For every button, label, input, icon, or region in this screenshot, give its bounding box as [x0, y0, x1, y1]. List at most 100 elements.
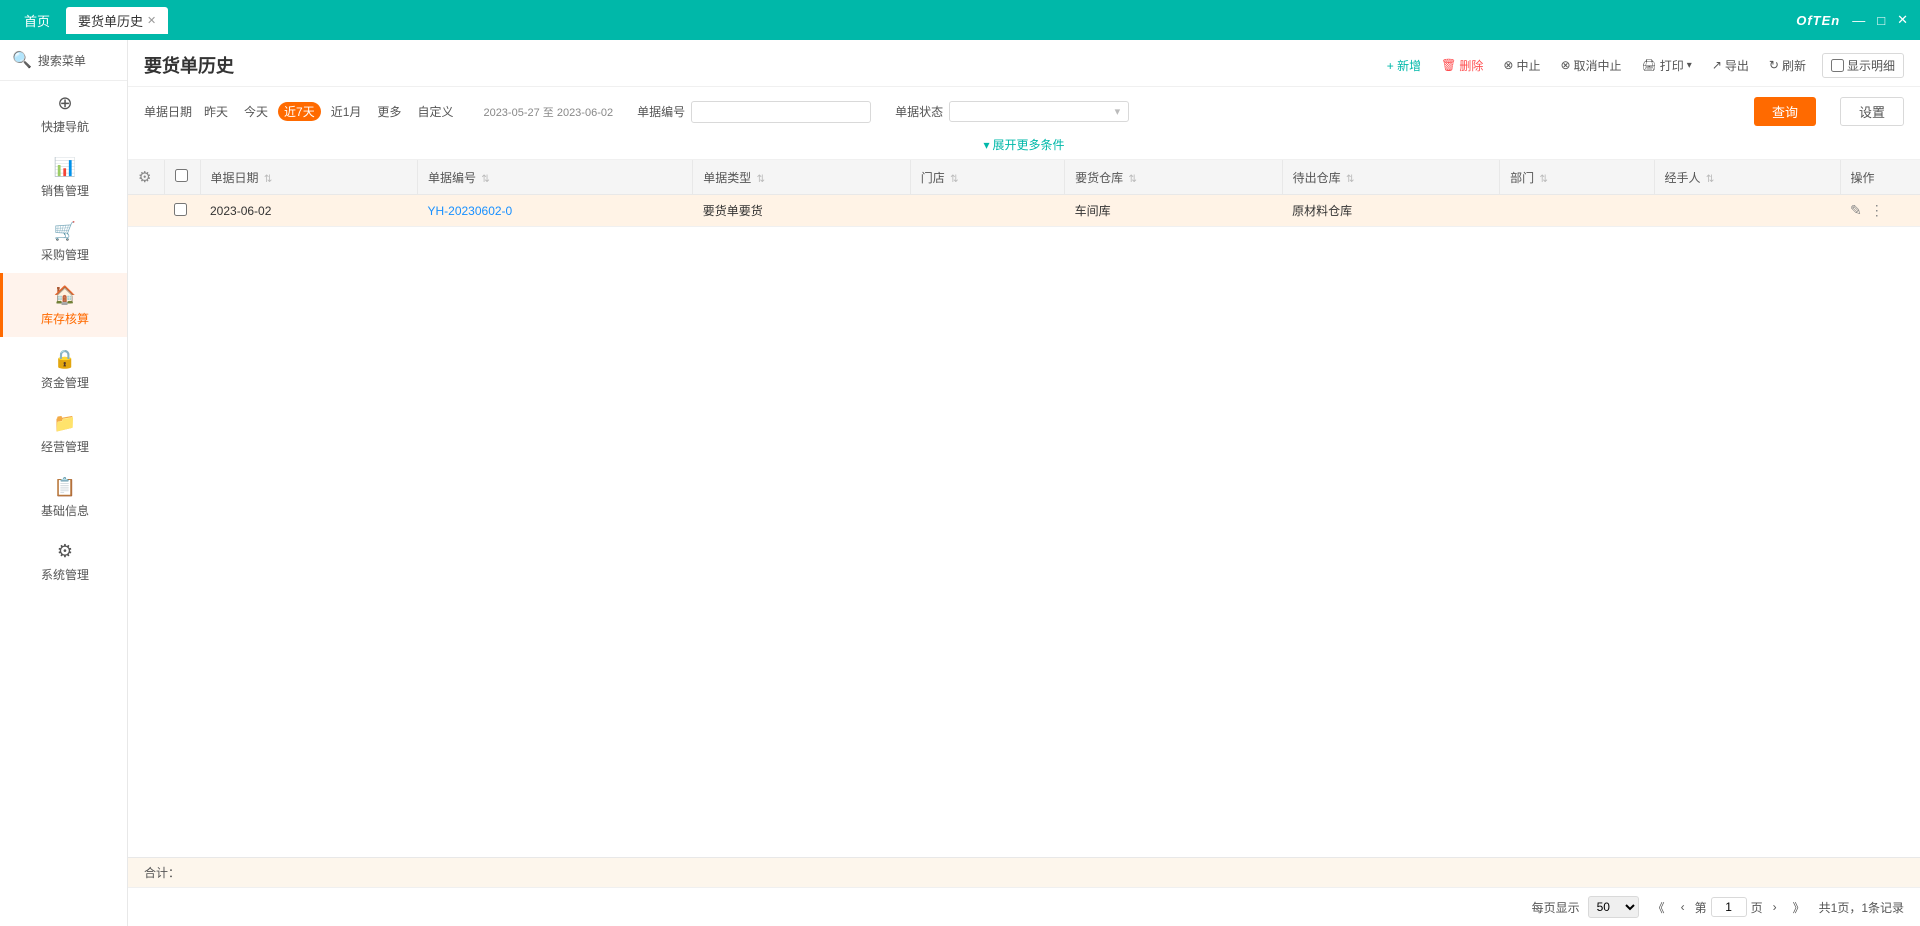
col-docdate: 单据日期 ⇅ — [200, 160, 417, 195]
sort-docdate-icon[interactable]: ⇅ — [264, 174, 272, 185]
stop-button[interactable]: ⊗ 中止 — [1499, 54, 1544, 77]
data-table: ⚙ 单据日期 ⇅ 单据编号 ⇅ — [128, 160, 1920, 227]
last1month-btn[interactable]: 近1月 — [325, 102, 368, 121]
sidebar-item-sales[interactable]: 📊 销售管理 — [0, 145, 127, 209]
sort-docno-icon[interactable]: ⇅ — [481, 174, 489, 185]
docno-link[interactable]: YH-20230602-0 — [427, 204, 512, 218]
row-docno: YH-20230602-0 — [417, 195, 692, 227]
window-controls: OfTEn — □ ✕ — [1796, 12, 1908, 28]
export-icon: ↗ — [1712, 58, 1722, 72]
per-page-select[interactable]: 20 50 100 — [1588, 896, 1639, 918]
row-reqwarehouse: 车间库 — [1065, 195, 1282, 227]
col-reqwarehouse-label: 要货仓库 — [1075, 171, 1123, 185]
date-label: 单据日期 — [144, 103, 192, 120]
sales-icon: 📊 — [54, 157, 76, 178]
first-page-btn[interactable]: 《 — [1647, 897, 1671, 918]
row-select-checkbox[interactable] — [174, 203, 187, 216]
quick-nav-icon: ⊕ — [57, 93, 72, 114]
docno-input[interactable] — [691, 101, 871, 123]
operations-icon: 📁 — [54, 413, 76, 434]
sidebar-search[interactable]: 🔍 搜索菜单 — [0, 40, 127, 81]
col-store-label: 门店 — [921, 171, 945, 185]
prev-page-btn[interactable]: ‹ — [1675, 898, 1691, 916]
col-reqwarehouse: 要货仓库 ⇅ — [1065, 160, 1282, 195]
filter-area: 单据日期 昨天 今天 近7天 近1月 更多 自定义 2023-05-27 至 2… — [128, 87, 1920, 160]
action-icons: ✎ ⋮ — [1850, 202, 1910, 219]
row-store — [910, 195, 1064, 227]
minimize-btn[interactable]: — — [1852, 13, 1865, 28]
yesterday-btn[interactable]: 昨天 — [198, 102, 234, 121]
row-doctype: 要货单要货 — [693, 195, 910, 227]
col-doctype-label: 单据类型 — [703, 171, 751, 185]
export-button[interactable]: ↗ 导出 — [1708, 54, 1753, 77]
tab-bar: 首页 要货单历史 ✕ — [12, 7, 1796, 34]
display-detail-button[interactable]: 显示明细 — [1822, 53, 1904, 78]
tab-history[interactable]: 要货单历史 ✕ — [66, 7, 168, 34]
print-button[interactable]: 🖨 打印 ▾ — [1638, 54, 1696, 77]
page-title: 要货单历史 — [144, 52, 234, 78]
main-layout: 🔍 搜索菜单 ⊕ 快捷导航 📊 销售管理 🛒 采购管理 🏠 库存核算 🔒 资金管… — [0, 40, 1920, 926]
refresh-button[interactable]: ↻ 刷新 — [1765, 54, 1810, 77]
today-btn[interactable]: 今天 — [238, 102, 274, 121]
new-button[interactable]: + 新增 — [1383, 54, 1425, 77]
col-waitwarehouse-label: 待出仓库 — [1293, 171, 1341, 185]
display-detail-checkbox[interactable] — [1831, 59, 1844, 72]
sidebar-item-quick-nav[interactable]: ⊕ 快捷导航 — [0, 81, 127, 145]
sort-reqwarehouse-icon[interactable]: ⇅ — [1129, 174, 1137, 185]
cancel-stop-button[interactable]: ⊗ 取消中止 — [1556, 54, 1625, 77]
query-button[interactable]: 查询 — [1754, 97, 1816, 126]
delete-icon: 🗑 — [1441, 58, 1456, 72]
last7days-btn[interactable]: 近7天 — [278, 102, 321, 121]
setting-button[interactable]: 设置 — [1840, 97, 1904, 126]
sort-dept-icon[interactable]: ⇅ — [1539, 174, 1547, 185]
col-handler-label: 经手人 — [1665, 171, 1701, 185]
last-page-btn[interactable]: 》 — [1787, 897, 1811, 918]
tab-home[interactable]: 首页 — [12, 7, 62, 34]
sort-waitwarehouse-icon[interactable]: ⇅ — [1346, 174, 1354, 185]
inventory-icon: 🏠 — [54, 285, 76, 306]
col-checkbox — [164, 160, 200, 195]
row-docdate: 2023-06-02 — [200, 195, 417, 227]
sidebar-item-inventory[interactable]: 🏠 库存核算 — [0, 273, 127, 337]
purchase-icon: 🛒 — [54, 221, 76, 242]
total-info: 共1页，1条记录 — [1819, 899, 1904, 916]
per-page-label: 每页显示 — [1532, 899, 1580, 916]
sort-store-icon[interactable]: ⇅ — [950, 174, 958, 185]
close-btn[interactable]: ✕ — [1897, 12, 1908, 28]
content-area: 要货单历史 + 新增 🗑 删除 ⊗ 中止 ⊗ 取消中止 — [128, 40, 1920, 926]
page-input[interactable] — [1711, 897, 1747, 917]
table-settings-icon[interactable]: ⚙ — [138, 169, 151, 186]
select-all-checkbox[interactable] — [175, 169, 188, 182]
col-docno: 单据编号 ⇅ — [417, 160, 692, 195]
print-label: 打印 — [1660, 57, 1684, 74]
col-waitwarehouse: 待出仓库 ⇅ — [1282, 160, 1499, 195]
next-page-btn[interactable]: › — [1767, 898, 1783, 916]
sidebar-item-label: 基础信息 — [41, 502, 89, 519]
custom-date-btn[interactable]: 自定义 — [411, 102, 459, 121]
delete-button[interactable]: 🗑 删除 — [1437, 54, 1487, 77]
cancel-stop-label: 取消中止 — [1574, 57, 1622, 74]
docno-filter: 单据编号 — [637, 101, 871, 123]
status-select[interactable]: ▾ — [949, 101, 1129, 122]
sort-doctype-icon[interactable]: ⇅ — [757, 174, 765, 185]
edit-icon[interactable]: ✎ — [1850, 202, 1862, 219]
expand-filter-button[interactable]: ▾ 展开更多条件 — [983, 136, 1064, 153]
sidebar-item-finance[interactable]: 🔒 资金管理 — [0, 337, 127, 401]
stop-label: 中止 — [1516, 57, 1540, 74]
sidebar-item-operations[interactable]: 📁 经营管理 — [0, 401, 127, 465]
status-filter: 单据状态 ▾ — [895, 101, 1129, 122]
table-area: ⚙ 单据日期 ⇅ 单据编号 ⇅ — [128, 160, 1920, 857]
more-icon[interactable]: ⋮ — [1870, 202, 1884, 219]
delete-label: 删除 — [1459, 57, 1483, 74]
sort-handler-icon[interactable]: ⇅ — [1706, 174, 1714, 185]
table-row: 2023-06-02 YH-20230602-0 要货单要货 车间库 原材料仓库 — [128, 195, 1920, 227]
sidebar-item-purchase[interactable]: 🛒 采购管理 — [0, 209, 127, 273]
sidebar-item-basic-info[interactable]: 📋 基础信息 — [0, 465, 127, 529]
sidebar-item-system[interactable]: ⚙ 系统管理 — [0, 529, 127, 593]
maximize-btn[interactable]: □ — [1877, 13, 1885, 28]
close-tab-icon[interactable]: ✕ — [147, 14, 156, 27]
filter-setting: 设置 — [1840, 97, 1904, 126]
status-chevron-icon: ▾ — [1115, 105, 1121, 118]
more-date-btn[interactable]: 更多 — [371, 102, 407, 121]
top-bar: 首页 要货单历史 ✕ OfTEn — □ ✕ — [0, 0, 1920, 40]
